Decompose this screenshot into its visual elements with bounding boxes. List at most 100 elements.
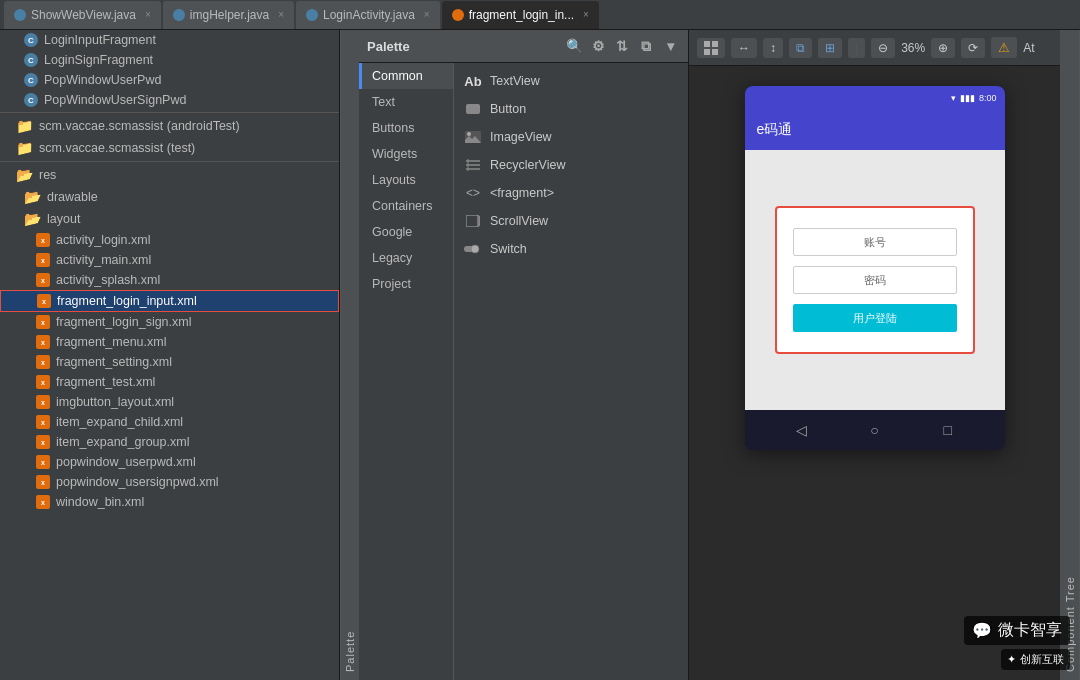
- textview-icon: Ab: [464, 72, 482, 90]
- tab-label: ShowWebView.java: [31, 8, 136, 22]
- grid-overlay-btn[interactable]: ⊞: [818, 38, 842, 58]
- tab-loginactivity[interactable]: LoginActivity.java ×: [296, 1, 440, 29]
- zoom-out-btn[interactable]: ⊖: [871, 38, 895, 58]
- sidebar-item-popwindowusersignpwd[interactable]: C PopWindowUserSignPwd: [0, 90, 339, 110]
- sidebar-item-fragment-test[interactable]: x fragment_test.xml: [0, 372, 339, 392]
- grid-btn[interactable]: [697, 38, 725, 58]
- xml-icon: x: [36, 395, 50, 409]
- sidebar-item-drawable[interactable]: 📂 drawable: [0, 186, 339, 208]
- palette-cat-buttons[interactable]: Buttons: [359, 115, 453, 141]
- folder-icon: 📁: [16, 140, 33, 156]
- sidebar-item-activity-main[interactable]: x activity_main.xml: [0, 250, 339, 270]
- sidebar-item-activity-login[interactable]: x activity_login.xml: [0, 230, 339, 250]
- palette-cat-layouts[interactable]: Layouts: [359, 167, 453, 193]
- search-btn[interactable]: 🔍: [564, 36, 584, 56]
- sidebar-item-window-bin[interactable]: x window_bin.xml: [0, 492, 339, 512]
- file-tree-sidebar: C LoginInputFragment C LoginSignFragment…: [0, 30, 340, 680]
- svg-rect-13: [704, 41, 710, 47]
- palette-vertical-label[interactable]: Palette: [340, 30, 359, 680]
- palette-item-label: TextView: [490, 74, 540, 88]
- class-icon: C: [24, 73, 38, 87]
- phone-password-input: 密码: [793, 266, 957, 294]
- palette-item-switch[interactable]: Switch: [454, 235, 688, 263]
- palette-item-scrollview[interactable]: ScrollView: [454, 207, 688, 235]
- sidebar-item-label: activity_main.xml: [56, 253, 151, 267]
- palette-item-label: <fragment>: [490, 186, 554, 200]
- signal-icon: ▮▮▮: [960, 93, 975, 103]
- palette-item-label: ScrollView: [490, 214, 548, 228]
- class-icon: C: [24, 93, 38, 107]
- brand-label: 创新互联: [1020, 652, 1064, 667]
- wechat-watermark: 💬 微卡智享: [964, 616, 1070, 645]
- layers-stack-btn[interactable]: ⧉: [789, 38, 812, 58]
- palette-item-button[interactable]: Button: [454, 95, 688, 123]
- sidebar-item-fragment-login-sign[interactable]: x fragment_login_sign.xml: [0, 312, 339, 332]
- sidebar-item-loginsignfragment[interactable]: C LoginSignFragment: [0, 50, 339, 70]
- palette-item-label: Button: [490, 102, 526, 116]
- sidebar-item-imgbutton-layout[interactable]: x imgbutton_layout.xml: [0, 392, 339, 412]
- watermark: 💬 微卡智享 ✦ 创新互联: [964, 616, 1070, 670]
- sidebar-item-label: res: [39, 168, 56, 182]
- sidebar-item-label: activity_login.xml: [56, 233, 150, 247]
- palette-item-textview[interactable]: Ab TextView: [454, 67, 688, 95]
- sidebar-item-test[interactable]: 📁 scm.vaccae.scmassist (test): [0, 137, 339, 159]
- more-btn[interactable]: ▾: [660, 36, 680, 56]
- sidebar-item-activity-splash[interactable]: x activity_splash.xml: [0, 270, 339, 290]
- login-btn-label: 用户登陆: [853, 311, 897, 326]
- palette-item-fragment[interactable]: <> <fragment>: [454, 179, 688, 207]
- scrollview-icon: [464, 212, 482, 230]
- tab-close-btn[interactable]: ×: [145, 9, 151, 20]
- at-label: At: [1023, 41, 1034, 55]
- sidebar-item-popwindowuserpwd[interactable]: C PopWindowUserPwd: [0, 70, 339, 90]
- settings-btn[interactable]: ⚙: [588, 36, 608, 56]
- xml-icon: x: [36, 495, 50, 509]
- horizontal-arrows-btn[interactable]: ↔: [731, 38, 757, 58]
- tab-close-btn2[interactable]: ×: [278, 9, 284, 20]
- palette-cat-text[interactable]: Text: [359, 89, 453, 115]
- palette-cat-common[interactable]: Common: [359, 63, 453, 89]
- tab-java-icon: [14, 9, 26, 21]
- palette-cat-widgets[interactable]: Widgets: [359, 141, 453, 167]
- tab-close-btn3[interactable]: ×: [424, 9, 430, 20]
- svg-point-2: [467, 132, 471, 136]
- sidebar-item-item-expand-group[interactable]: x item_expand_group.xml: [0, 432, 339, 452]
- sidebar-item-popwindow-userpwd[interactable]: x popwindow_userpwd.xml: [0, 452, 339, 472]
- sidebar-item-fragment-login-input[interactable]: x fragment_login_input.xml: [0, 290, 339, 312]
- tab-fragment-login[interactable]: fragment_login_in... ×: [442, 1, 599, 29]
- sidebar-item-layout[interactable]: 📂 layout: [0, 208, 339, 230]
- sidebar-item-res[interactable]: 📂 res: [0, 164, 339, 186]
- xml-icon: x: [36, 315, 50, 329]
- sidebar-item-item-expand-child[interactable]: x item_expand_child.xml: [0, 412, 339, 432]
- palette-item-label: Switch: [490, 242, 527, 256]
- phone-login-box: 账号 密码 用户登陆: [775, 206, 975, 354]
- sidebar-item-fragment-setting[interactable]: x fragment_setting.xml: [0, 352, 339, 372]
- zoom-reset-btn[interactable]: ⟳: [961, 38, 985, 58]
- palette-cat-containers[interactable]: Containers: [359, 193, 453, 219]
- palette-item-recyclerview[interactable]: RecyclerView: [454, 151, 688, 179]
- palette-cat-legacy[interactable]: Legacy: [359, 245, 453, 271]
- palette-cat-project[interactable]: Project: [359, 271, 453, 297]
- sidebar-item-popwindow-usersignpwd[interactable]: x popwindow_usersignpwd.xml: [0, 472, 339, 492]
- design-canvas: ▾ ▮▮▮ 8:00 e码通 账号 密码: [689, 66, 1060, 680]
- sort-btn[interactable]: ⇅: [612, 36, 632, 56]
- warning-btn[interactable]: ⚠: [991, 37, 1017, 58]
- vertical-arrows-btn[interactable]: ↕: [763, 38, 783, 58]
- zoom-in-btn[interactable]: ⊕: [931, 38, 955, 58]
- palette-categories: Common Text Buttons Widgets Layouts Cont…: [359, 63, 454, 680]
- folder-icon: 📁: [16, 118, 33, 134]
- warning-icon: ⚠: [998, 40, 1010, 55]
- palette-cat-google[interactable]: Google: [359, 219, 453, 245]
- button-icon: [464, 100, 482, 118]
- sidebar-item-label: LoginInputFragment: [44, 33, 156, 47]
- sidebar-item-androidtest[interactable]: 📁 scm.vaccae.scmassist (androidTest): [0, 115, 339, 137]
- layers-btn[interactable]: ⧉: [636, 36, 656, 56]
- tab-showwebview[interactable]: ShowWebView.java ×: [4, 1, 161, 29]
- component-tree-label[interactable]: Component Tree: [1060, 30, 1080, 680]
- palette-item-imageview[interactable]: ImageView: [454, 123, 688, 151]
- tab-imghelper[interactable]: imgHelper.java ×: [163, 1, 294, 29]
- tab-close-btn4[interactable]: ×: [583, 9, 589, 20]
- sidebar-item-logininputfragment[interactable]: C LoginInputFragment: [0, 30, 339, 50]
- sidebar-item-label: fragment_login_sign.xml: [56, 315, 192, 329]
- sidebar-item-fragment-menu[interactable]: x fragment_menu.xml: [0, 332, 339, 352]
- recents-btn: □: [938, 420, 958, 440]
